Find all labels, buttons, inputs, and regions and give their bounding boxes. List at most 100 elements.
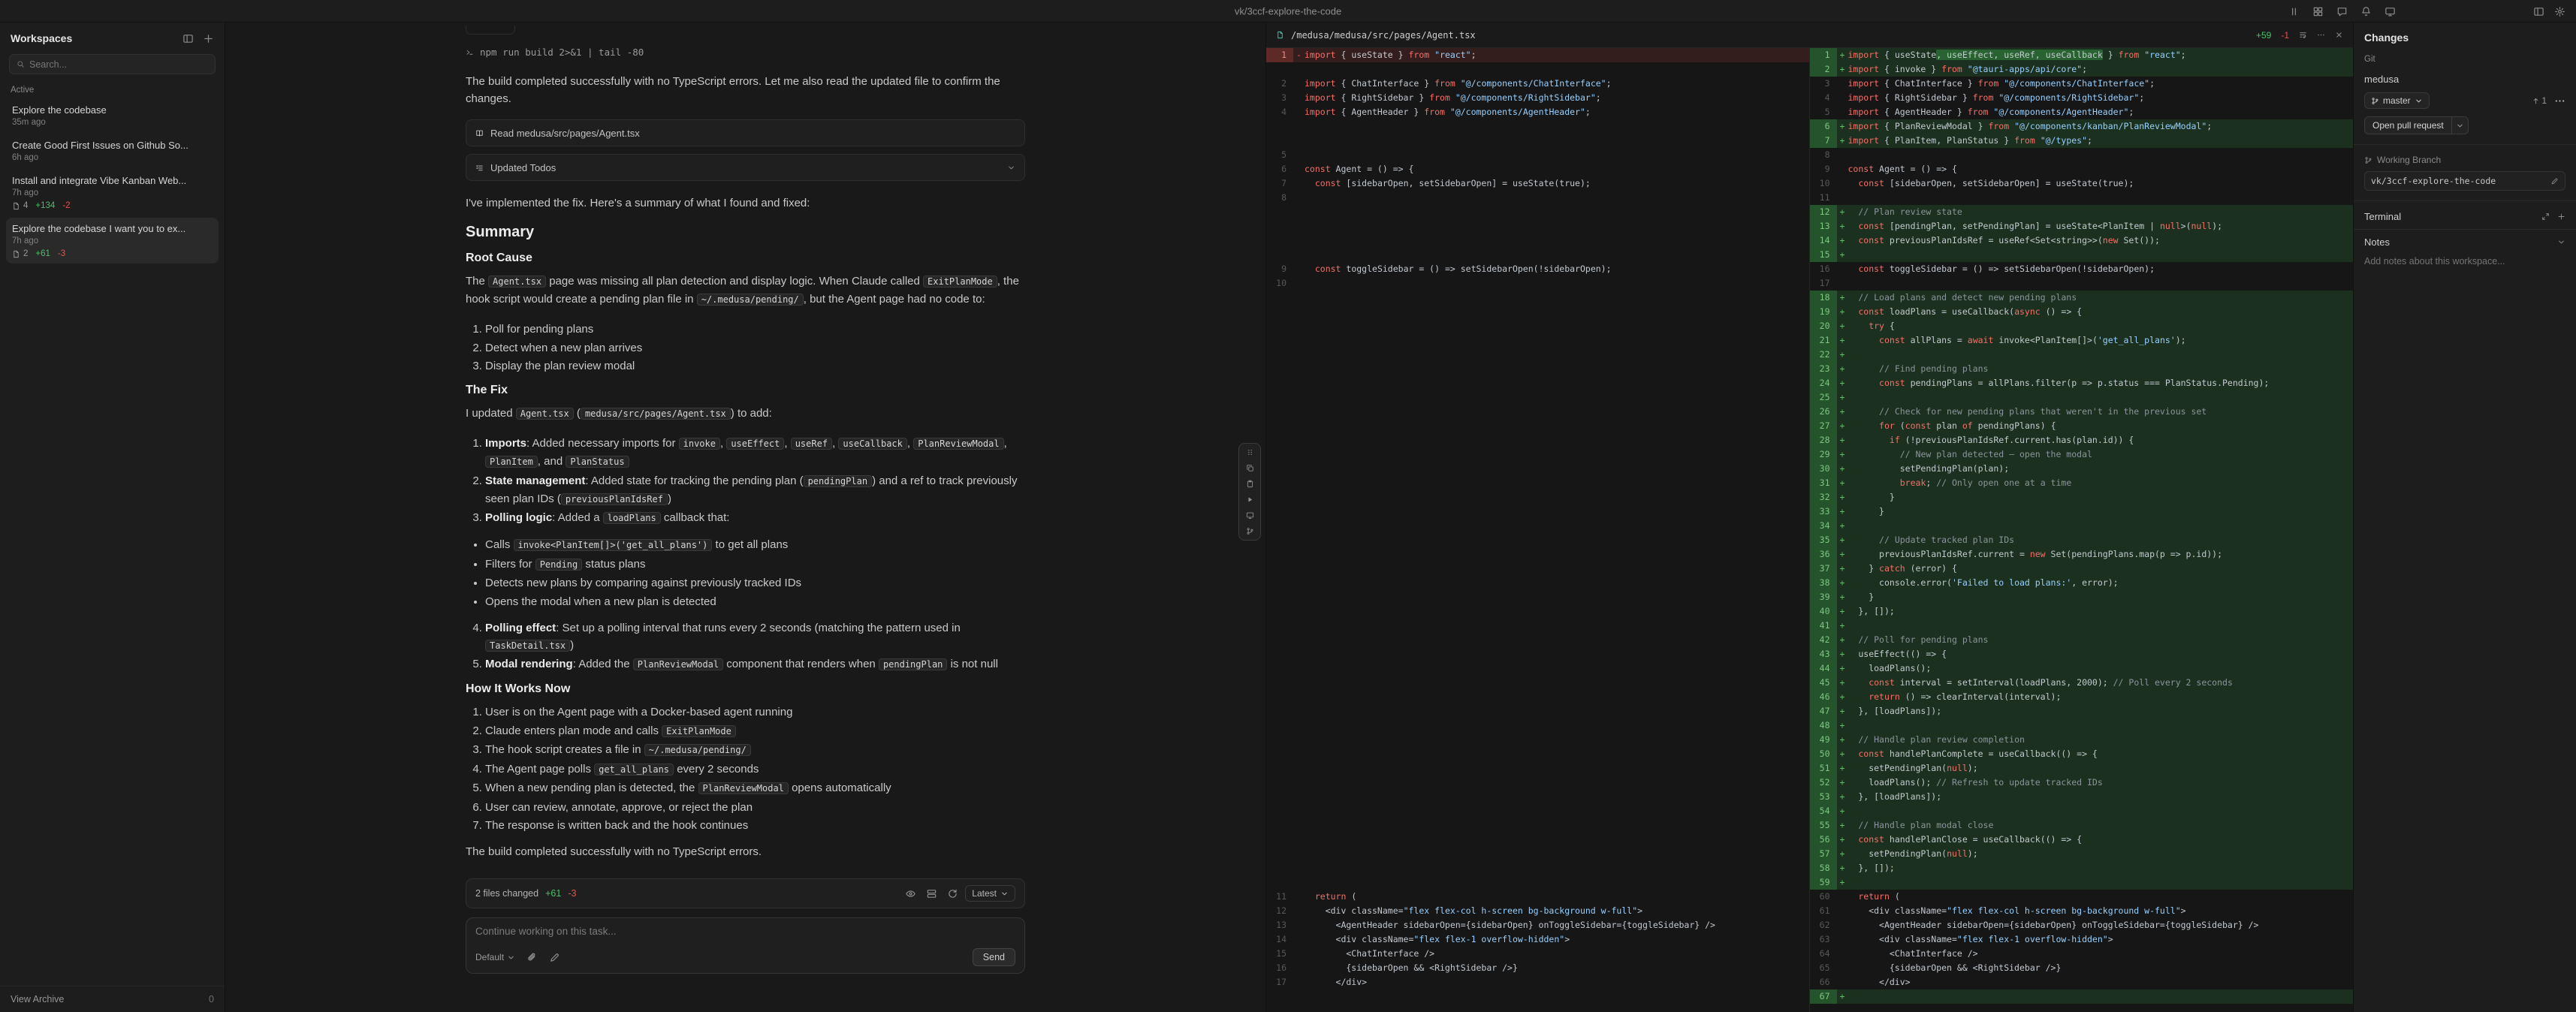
inline-code: invoke<PlanItem[]>('get_all_plans') <box>514 539 713 551</box>
send-button[interactable]: Send <box>973 948 1015 966</box>
section-heading: Summary <box>466 224 1025 241</box>
workspace-item[interactable]: Install and integrate Vibe Kanban Web...… <box>6 170 219 215</box>
tool-call-row[interactable]: Updated Todos <box>466 154 1025 181</box>
clipboard-icon[interactable] <box>1246 480 1254 488</box>
workspace-badges: 4+134-2 <box>12 201 213 210</box>
diff-marker: + <box>1837 405 1848 419</box>
diff-row: 6const Agent = () => { <box>1266 162 1809 176</box>
copy-icon[interactable] <box>1246 464 1254 472</box>
terminal-label[interactable]: Terminal <box>2364 211 2401 222</box>
line-number: 42 <box>1810 633 1837 647</box>
diff-marker: + <box>1837 462 1848 476</box>
edit-branch-icon[interactable] <box>2550 177 2559 185</box>
diff-row: 46+ return () => clearInterval(interval)… <box>1810 690 2354 704</box>
eye-icon[interactable] <box>905 888 916 899</box>
workspace-item[interactable]: Explore the codebase I want you to ex...… <box>6 218 219 264</box>
working-branch-input[interactable]: vk/3ccf-explore-the-code <box>2364 171 2565 191</box>
diff-row <box>1266 875 1809 890</box>
expand-terminal-icon[interactable] <box>2541 212 2550 221</box>
diff-marker <box>1293 619 1305 633</box>
rows-icon[interactable] <box>926 888 937 899</box>
line-number <box>1266 661 1293 676</box>
list-item: Detect when a new plan arrives <box>485 339 1025 357</box>
message-composer[interactable]: Continue working on this task... Default… <box>466 917 1025 974</box>
model-selector[interactable]: Default <box>475 952 515 962</box>
workspace-search-input[interactable]: Search... <box>9 54 216 74</box>
code-line: <div className="flex flex-1 overflow-hid… <box>1305 932 1809 947</box>
panels-icon[interactable] <box>2533 6 2544 17</box>
diff-marker <box>1293 262 1305 276</box>
handle-icon[interactable] <box>1246 448 1254 456</box>
bell-icon[interactable] <box>2360 6 2372 17</box>
pause-icon[interactable] <box>2288 6 2300 17</box>
composer-input[interactable]: Continue working on this task... <box>475 926 1015 937</box>
line-number <box>1266 590 1293 604</box>
repo-name[interactable]: medusa <box>2364 74 2565 85</box>
summary-bar-icons <box>905 888 958 899</box>
line-number: 47 <box>1810 704 1837 718</box>
workspaces-title: Workspaces <box>11 32 72 44</box>
files-count-value: 4 <box>23 201 28 210</box>
play-icon[interactable] <box>1246 495 1254 504</box>
terminal-icon <box>466 48 474 56</box>
gear-icon[interactable] <box>2554 6 2565 17</box>
workspace-item[interactable]: Create Good First Issues on Github So...… <box>6 134 219 167</box>
tool-command[interactable]: npm run build 2>&1 | tail -80 <box>466 47 1025 58</box>
open-pr-button[interactable]: Open pull request <box>2364 116 2452 134</box>
message-icon[interactable] <box>2336 6 2348 17</box>
history-icon[interactable] <box>947 888 958 899</box>
diff-marker <box>1837 91 1848 105</box>
monitor-icon[interactable] <box>2384 6 2396 17</box>
code-line: setPendingPlan(plan); <box>1848 462 2354 476</box>
diff-marker: + <box>1837 305 1848 319</box>
grid-icon[interactable] <box>2312 6 2324 17</box>
notes-placeholder[interactable]: Add notes about this workspace... <box>2364 256 2565 267</box>
view-archive[interactable]: View Archive 0 <box>0 986 225 1012</box>
code-line <box>1305 205 1809 219</box>
view-archive-label: View Archive <box>11 994 64 1004</box>
branch-icon[interactable] <box>1246 527 1254 535</box>
close-icon[interactable] <box>2335 31 2343 39</box>
kebab-icon[interactable] <box>2317 31 2325 39</box>
code-line <box>1848 148 2354 162</box>
workspace-item[interactable]: Explore the codebase35m ago <box>6 99 219 132</box>
monitor-icon[interactable] <box>1246 511 1254 520</box>
new-workspace-button[interactable] <box>203 33 214 44</box>
tool-call-row[interactable]: Read medusa/src/pages/Agent.tsx <box>466 119 1025 146</box>
diff-row <box>1266 619 1809 633</box>
code-line <box>1305 533 1809 547</box>
new-terminal-icon[interactable] <box>2557 212 2565 221</box>
diff-row: 4import { RightSidebar } from "@/compone… <box>1810 91 2354 105</box>
diff-row <box>1266 533 1809 547</box>
diff-marker <box>1837 890 1848 904</box>
line-number <box>1266 362 1293 376</box>
workspace-title: Install and integrate Vibe Kanban Web... <box>12 175 213 186</box>
pr-dropdown-button[interactable] <box>2452 116 2469 134</box>
line-number <box>1266 761 1293 776</box>
wrap-icon[interactable] <box>2299 31 2307 39</box>
edit-button[interactable] <box>549 952 560 963</box>
line-number: 15 <box>1266 947 1293 961</box>
diff-row <box>1266 804 1809 818</box>
line-number <box>1266 861 1293 875</box>
more-options-icon[interactable] <box>2554 95 2565 107</box>
diff-marker <box>1293 305 1305 319</box>
line-number <box>1266 405 1293 419</box>
notes-label[interactable]: Notes <box>2364 236 2390 248</box>
line-number <box>1266 576 1293 590</box>
diff-marker <box>1293 818 1305 833</box>
latest-dropdown[interactable]: Latest <box>965 885 1015 902</box>
diff-marker: + <box>1837 576 1848 590</box>
git-section-label: Git <box>2364 55 2565 64</box>
line-number <box>1266 205 1293 219</box>
branch-selector[interactable]: master <box>2364 92 2430 109</box>
changes-summary-bar[interactable]: 2 files changed +61 -3 Latest <box>466 878 1025 908</box>
code-line: }, []); <box>1848 604 2354 619</box>
attach-button[interactable] <box>526 952 538 963</box>
toggle-sidebar-icon[interactable] <box>182 33 194 44</box>
diff-marker <box>1293 562 1305 576</box>
diff-marker <box>1293 975 1305 989</box>
diff-row: 31+ break; // Only open one at a time <box>1810 476 2354 490</box>
code-line <box>1305 519 1809 533</box>
additions-badge: +61 <box>35 249 50 258</box>
